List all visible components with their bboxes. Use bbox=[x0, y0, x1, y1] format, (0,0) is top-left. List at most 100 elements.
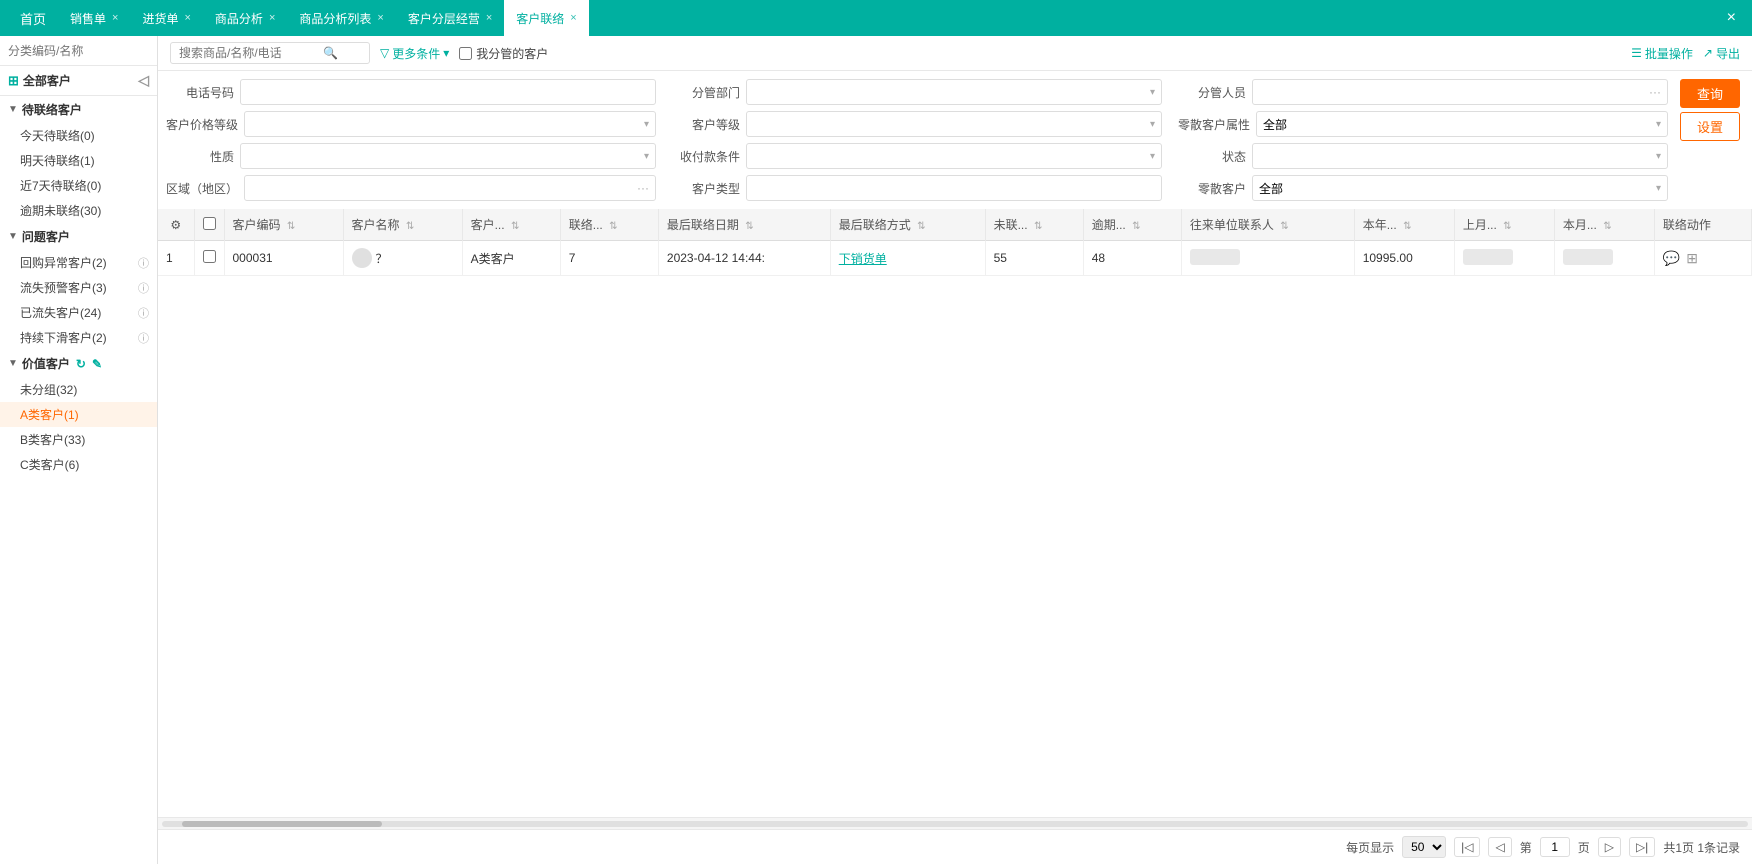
close-tab-customer-tier[interactable]: × bbox=[486, 12, 492, 24]
nav-tab-customer-tier[interactable]: 客户分层经营 × bbox=[396, 0, 504, 36]
row-checkbox[interactable] bbox=[203, 250, 216, 263]
col-checkbox-all[interactable] bbox=[194, 209, 224, 241]
setting-button[interactable]: 设置 bbox=[1680, 112, 1740, 141]
sort-code-icon[interactable]: ⇅ bbox=[287, 221, 295, 232]
refresh-icon[interactable]: ↻ bbox=[76, 357, 86, 371]
main-layout: 🔍 ⊞ 全部客户 ◁ ▼ 待联络客户 今天待联络(0) 明天待联络(1) 近7天… bbox=[0, 36, 1752, 864]
filter-customer-tier-select[interactable]: ▾ bbox=[746, 111, 1162, 137]
more-conditions-btn[interactable]: ▽ 更多条件 ▾ bbox=[380, 45, 449, 62]
close-tab-sales[interactable]: × bbox=[112, 12, 118, 24]
sort-last-method-icon[interactable]: ⇅ bbox=[917, 221, 925, 232]
prev-page-btn[interactable]: ◁ bbox=[1488, 837, 1511, 857]
nav-tab-product-analysis[interactable]: 商品分析 × bbox=[203, 0, 287, 36]
sidebar-item-7days[interactable]: 近7天待联络(0) bbox=[0, 173, 157, 198]
filter-scattered-customer-select[interactable]: 全部 ▾ bbox=[1252, 175, 1668, 201]
sidebar-item-tomorrow[interactable]: 明天待联络(1) bbox=[0, 148, 157, 173]
content-area: 🔍 ▽ 更多条件 ▾ 我分管的客户 ☰ 批量操作 ↗ 导出 bbox=[158, 36, 1752, 864]
filter-manager-input[interactable]: ··· bbox=[1252, 79, 1668, 105]
my-customers-check[interactable]: 我分管的客户 bbox=[459, 45, 548, 62]
sort-not-contacted-icon[interactable]: ⇅ bbox=[1034, 221, 1042, 232]
sort-name-icon[interactable]: ⇅ bbox=[406, 221, 414, 232]
sort-last-month-icon[interactable]: ⇅ bbox=[1503, 221, 1511, 232]
select-all-checkbox[interactable] bbox=[203, 217, 216, 230]
sort-year-amount-icon[interactable]: ⇅ bbox=[1403, 221, 1411, 232]
row-this-month bbox=[1554, 241, 1654, 276]
sort-contact-icon[interactable]: ⇅ bbox=[609, 221, 617, 232]
nav-tab-sales[interactable]: 销售单 × bbox=[58, 0, 130, 36]
filter-scattered-attr: 零散客户属性 全部 ▾ bbox=[1178, 111, 1668, 137]
col-gear[interactable]: ⚙ bbox=[158, 209, 194, 241]
query-button[interactable]: 查询 bbox=[1680, 79, 1740, 108]
manager-ellipsis[interactable]: ··· bbox=[1649, 85, 1661, 99]
filter-price-tier-select[interactable]: ▾ bbox=[244, 111, 656, 137]
nav-tab-customer-contact[interactable]: 客户联络 × bbox=[504, 0, 588, 36]
search-input[interactable] bbox=[179, 46, 319, 60]
qr-icon[interactable]: ⊞ bbox=[1686, 250, 1698, 267]
sidebar-search-input[interactable] bbox=[8, 44, 158, 58]
filter-payment-select[interactable]: ▾ bbox=[746, 143, 1162, 169]
sidebar-item-churn-warning[interactable]: 流失预警客户(3) ⓘ bbox=[0, 275, 157, 300]
table-row: 1 000031 ？ A类客户 7 2023 bbox=[158, 241, 1752, 276]
close-tab-customer-contact[interactable]: × bbox=[570, 12, 576, 24]
filter-region-input[interactable]: ··· bbox=[244, 175, 656, 201]
row-contact: 7 bbox=[560, 241, 658, 276]
my-customers-checkbox[interactable] bbox=[459, 47, 472, 60]
batch-op-btn[interactable]: ☰ 批量操作 bbox=[1631, 45, 1693, 62]
price-tier-arrow: ▾ bbox=[644, 119, 649, 130]
edit-icon[interactable]: ✎ bbox=[92, 357, 102, 371]
sidebar-item-class-b[interactable]: B类客户(33) bbox=[0, 427, 157, 452]
filter-department-select[interactable]: ▾ bbox=[746, 79, 1162, 105]
last-page-btn[interactable]: ▷| bbox=[1629, 837, 1655, 857]
close-tab-product-analysis[interactable]: × bbox=[269, 12, 275, 24]
page-size-select[interactable]: 50 bbox=[1402, 836, 1446, 858]
sidebar-section-value[interactable]: ▼ 价值客户 ↻ ✎ bbox=[0, 350, 157, 377]
row-last-month bbox=[1454, 241, 1554, 276]
sidebar-section-pending[interactable]: ▼ 待联络客户 bbox=[0, 96, 157, 123]
export-btn[interactable]: ↗ 导出 bbox=[1703, 45, 1740, 62]
nav-home[interactable]: 首页 bbox=[8, 0, 58, 36]
department-arrow: ▾ bbox=[1150, 87, 1155, 98]
next-page-btn[interactable]: ▷ bbox=[1598, 837, 1621, 857]
sidebar-item-class-c[interactable]: C类客户(6) bbox=[0, 452, 157, 477]
filter-status-select[interactable]: ▾ bbox=[1252, 143, 1668, 169]
filter-nature-select[interactable]: ▾ bbox=[240, 143, 656, 169]
message-icon[interactable]: 💬 bbox=[1663, 250, 1680, 267]
top-actions: ☰ 批量操作 ↗ 导出 bbox=[1631, 45, 1740, 62]
close-tab-product-analysis-list[interactable]: × bbox=[377, 12, 383, 24]
row-year-amount: 10995.00 bbox=[1354, 241, 1454, 276]
customer-table: ⚙ 客户编码 ⇅ 客户名称 ⇅ 客户... ⇅ bbox=[158, 209, 1752, 276]
filter-scattered-attr-select[interactable]: 全部 ▾ bbox=[1256, 111, 1668, 137]
sort-prev-contact-icon[interactable]: ⇅ bbox=[1280, 221, 1288, 232]
page-input[interactable] bbox=[1540, 837, 1570, 857]
scrollbar-thumb[interactable] bbox=[182, 821, 382, 827]
sidebar-item-today[interactable]: 今天待联络(0) bbox=[0, 123, 157, 148]
filter-customer-type: 客户类型 bbox=[672, 175, 1162, 201]
sort-last-date-icon[interactable]: ⇅ bbox=[745, 221, 753, 232]
col-not-contacted: 未联... ⇅ bbox=[985, 209, 1083, 241]
sidebar-item-declining[interactable]: 持续下滑客户(2) ⓘ bbox=[0, 325, 157, 350]
sidebar-item-ungrouped[interactable]: 未分组(32) bbox=[0, 377, 157, 402]
filter-customer-type-input[interactable] bbox=[746, 175, 1162, 201]
sort-overdue-icon[interactable]: ⇅ bbox=[1132, 221, 1140, 232]
sidebar-collapse-icon[interactable]: ◁ bbox=[138, 72, 149, 89]
sidebar-item-overdue[interactable]: 逾期未联络(30) bbox=[0, 198, 157, 223]
sidebar-item-class-a[interactable]: A类客户(1) bbox=[0, 402, 157, 427]
filter-department: 分管部门 ▾ bbox=[672, 79, 1162, 105]
export-icon: ↗ bbox=[1703, 46, 1713, 60]
filter-phone-input[interactable] bbox=[240, 79, 656, 105]
region-ellipsis[interactable]: ··· bbox=[637, 181, 649, 195]
search-icon[interactable]: 🔍 bbox=[323, 46, 338, 60]
nav-tab-purchase[interactable]: 进货单 × bbox=[130, 0, 202, 36]
status-arrow: ▾ bbox=[1656, 151, 1661, 162]
close-all-tabs[interactable]: × bbox=[1719, 9, 1744, 27]
horizontal-scrollbar[interactable] bbox=[158, 817, 1752, 829]
close-tab-purchase[interactable]: × bbox=[184, 12, 190, 24]
sidebar-item-churned[interactable]: 已流失客户(24) ⓘ bbox=[0, 300, 157, 325]
nav-tab-product-analysis-list[interactable]: 商品分析列表 × bbox=[287, 0, 395, 36]
sort-type-icon[interactable]: ⇅ bbox=[511, 221, 519, 232]
last-method-link[interactable]: 下销货单 bbox=[839, 252, 887, 266]
sort-this-month-icon[interactable]: ⇅ bbox=[1603, 221, 1611, 232]
sidebar-item-repurchase-abnormal[interactable]: 回购异常客户(2) ⓘ bbox=[0, 250, 157, 275]
first-page-btn[interactable]: |◁ bbox=[1454, 837, 1480, 857]
sidebar-section-problem[interactable]: ▼ 问题客户 bbox=[0, 223, 157, 250]
